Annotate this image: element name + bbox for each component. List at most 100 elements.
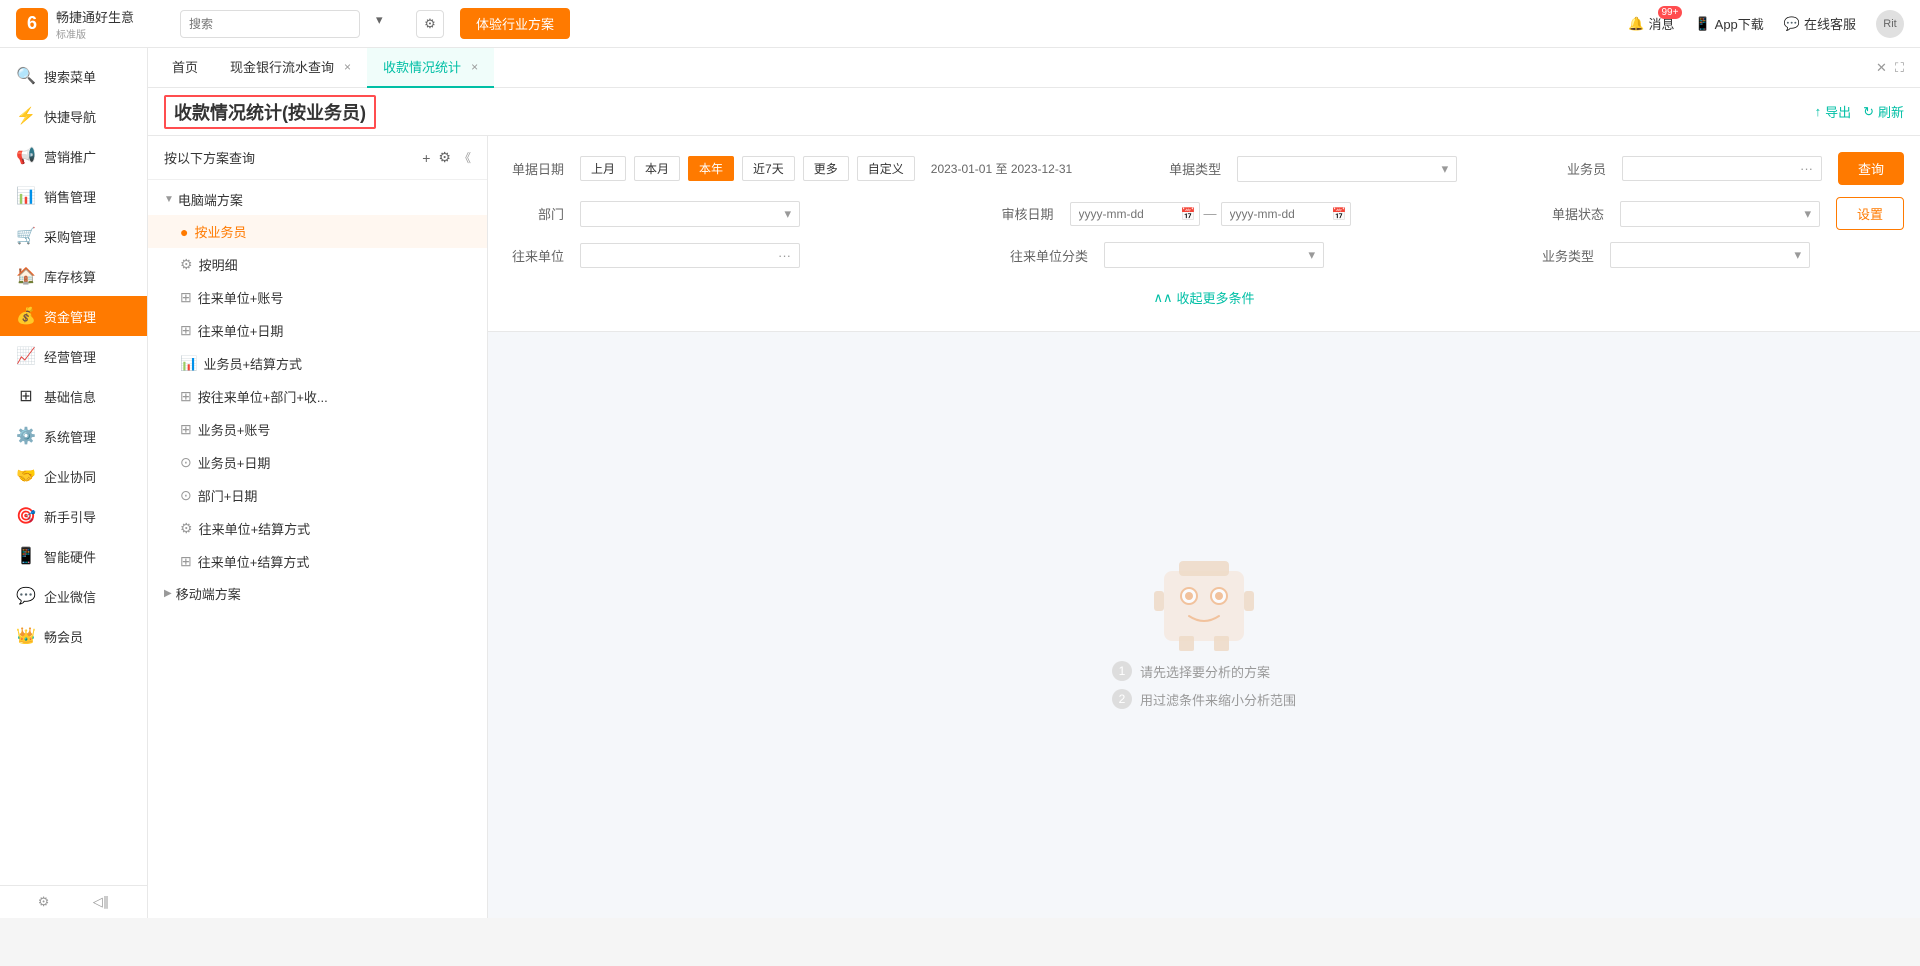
partner-account-icon: ⊞: [180, 289, 192, 306]
export-icon: ↑: [1815, 104, 1822, 119]
set-button[interactable]: 设置: [1836, 197, 1904, 230]
sidebar-item-inventory[interactable]: 🏠 库存核算: [0, 256, 147, 296]
bill-type-dropdown-icon: ▾: [1442, 161, 1449, 177]
tree-item-partner-dept-label: 按往来单位+部门+收...: [198, 387, 328, 406]
date-btn-last-7days[interactable]: 近7天: [742, 156, 795, 181]
tab-bank-flow[interactable]: 现金银行流水查询 ×: [214, 48, 367, 88]
sidebar-item-hardware[interactable]: 📱 智能硬件: [0, 536, 147, 576]
tree-item-salesman-settlement-label: 业务员+结算方式: [203, 354, 302, 373]
tree-group-pc[interactable]: ▼ 电脑端方案: [148, 184, 487, 215]
business-type-label: 业务类型: [1534, 246, 1594, 265]
sales-icon: 📊: [16, 186, 36, 206]
bill-status-select[interactable]: ▾: [1620, 201, 1820, 227]
active-scheme-icon: ●: [180, 224, 188, 240]
dept-select[interactable]: ▾: [580, 201, 800, 227]
sidebar-label-sales: 销售管理: [44, 187, 96, 206]
sidebar-item-finance[interactable]: 💰 资金管理: [0, 296, 147, 336]
partner-more-icon[interactable]: ···: [778, 248, 791, 263]
add-scheme-button[interactable]: +: [422, 150, 430, 166]
tree-group-pc-arrow: ▼: [164, 194, 174, 205]
step-1-text: 请先选择要分析的方案: [1140, 662, 1270, 681]
review-date-group: 📅 — 📅: [1070, 202, 1351, 226]
bill-type-label: 单据类型: [1161, 159, 1221, 178]
tree-item-partner-settlement1-label: 往来单位+结算方式: [199, 519, 311, 538]
sidebar-item-basic-info[interactable]: ⊞ 基础信息: [0, 376, 147, 416]
date-btn-custom[interactable]: 自定义: [857, 156, 915, 181]
sidebar-item-quick-nav[interactable]: ⚡ 快捷导航: [0, 96, 147, 136]
sidebar-item-enterprise[interactable]: 🤝 企业协同: [0, 456, 147, 496]
tree-item-by-salesman[interactable]: ● 按业务员: [148, 215, 487, 248]
sidebar-item-wechat[interactable]: 💬 企业微信: [0, 576, 147, 616]
tree-item-salesman-date[interactable]: ⊙ 业务员+日期: [148, 446, 487, 479]
sidebar-item-marketing[interactable]: 📢 营销推广: [0, 136, 147, 176]
dept-date-icon: ⊙: [180, 487, 192, 504]
service-button[interactable]: 💬 在线客服: [1784, 14, 1856, 33]
tree-item-salesman-settlement[interactable]: 📊 业务员+结算方式: [148, 347, 487, 380]
sidebar-bottom: ⚙ ◁∥: [0, 885, 147, 918]
collapse-panel-button[interactable]: 《: [459, 149, 471, 166]
tree-item-partner-settlement1[interactable]: ⚙ 往来单位+结算方式: [148, 512, 487, 545]
export-button[interactable]: ↑ 导出: [1815, 102, 1852, 121]
tree-item-partner-date[interactable]: ⊞ 往来单位+日期: [148, 314, 487, 347]
sidebar-label-system: 系统管理: [44, 427, 96, 446]
tree-item-detail-label: 按明细: [199, 255, 238, 274]
sidebar-item-purchase[interactable]: 🛒 采购管理: [0, 216, 147, 256]
tree-item-salesman-account[interactable]: ⊞ 业务员+账号: [148, 413, 487, 446]
refresh-button[interactable]: ↻ 刷新: [1863, 102, 1904, 121]
tab-home[interactable]: 首页: [156, 48, 214, 88]
salesman-more-icon[interactable]: ···: [1800, 161, 1813, 176]
sidebar-label-purchase: 采购管理: [44, 227, 96, 246]
sidebar-item-system[interactable]: ⚙️ 系统管理: [0, 416, 147, 456]
date-btn-this-month[interactable]: 本月: [634, 156, 680, 181]
sidebar-label-marketing: 营销推广: [44, 147, 96, 166]
tree-item-partner-date-label: 往来单位+日期: [198, 321, 284, 340]
tab-bank-flow-close[interactable]: ×: [344, 60, 351, 74]
settings-bottom-icon[interactable]: ⚙: [38, 894, 50, 910]
wechat-icon: 💬: [16, 586, 36, 606]
date-btn-this-year[interactable]: 本年: [688, 156, 734, 181]
trial-button[interactable]: 体验行业方案: [460, 8, 570, 39]
partner-settlement2-icon: ⊞: [180, 553, 192, 570]
user-avatar[interactable]: Rit: [1876, 10, 1904, 38]
dropdown-icon[interactable]: ▾: [376, 12, 400, 36]
date-btn-last-month[interactable]: 上月: [580, 156, 626, 181]
sidebar-item-operation[interactable]: 📈 经营管理: [0, 336, 147, 376]
tree-item-partner-dept[interactable]: ⊞ 按往来单位+部门+收...: [148, 380, 487, 413]
sidebar: 🔍 搜索菜单 ⚡ 快捷导航 📢 营销推广 📊 销售管理 🛒 采购管理 🏠 库存核…: [0, 48, 148, 918]
sidebar-item-search-menu[interactable]: 🔍 搜索菜单: [0, 56, 147, 96]
tree-item-partner-settlement2[interactable]: ⊞ 往来单位+结算方式: [148, 545, 487, 578]
notification-button[interactable]: 🔔 消息 99+: [1628, 14, 1674, 33]
logo-area: 6 畅捷通好生意 标准版: [16, 7, 164, 41]
business-type-select[interactable]: ▾: [1610, 242, 1810, 268]
query-button[interactable]: 查询: [1838, 152, 1904, 185]
sidebar-item-member[interactable]: 👑 畅会员: [0, 616, 147, 656]
app-download-button[interactable]: 📱 App下载: [1694, 14, 1763, 33]
partner-category-select[interactable]: ▾: [1104, 242, 1324, 268]
gear-button[interactable]: ⚙: [416, 10, 444, 38]
calendar-to-icon: 📅: [1332, 207, 1347, 221]
bill-status-label: 单据状态: [1544, 204, 1604, 223]
bill-type-select[interactable]: ▾: [1237, 156, 1457, 182]
tree-item-by-detail[interactable]: ⚙ 按明细: [148, 248, 487, 281]
tree-menu: ▼ 电脑端方案 ● 按业务员 ⚙ 按明细 ⊞ 往来单位+账号 ⊞ 往来单位+: [148, 180, 487, 918]
collapse-filter-button[interactable]: ∧∧ 收起更多条件: [504, 280, 1904, 315]
purchase-icon: 🛒: [16, 226, 36, 246]
tab-close-all-icon[interactable]: ✕: [1876, 60, 1887, 76]
tab-fullscreen-icon[interactable]: ⛶: [1895, 60, 1904, 76]
operation-icon: 📈: [16, 346, 36, 366]
date-btn-more[interactable]: 更多: [803, 156, 849, 181]
scheme-settings-button[interactable]: ⚙: [438, 149, 451, 166]
review-date-label: 审核日期: [994, 204, 1054, 223]
sidebar-item-sales[interactable]: 📊 销售管理: [0, 176, 147, 216]
tree-item-partner-account[interactable]: ⊞ 往来单位+账号: [148, 281, 487, 314]
search-input[interactable]: [180, 10, 360, 38]
collapse-sidebar-icon[interactable]: ◁∥: [93, 894, 110, 910]
tree-item-dept-date[interactable]: ⊙ 部门+日期: [148, 479, 487, 512]
tab-collection-stats[interactable]: 收款情况统计 ×: [367, 48, 494, 88]
tree-group-mobile[interactable]: ▶ 移动端方案: [148, 578, 487, 609]
tab-collection-stats-close[interactable]: ×: [471, 60, 478, 74]
system-icon: ⚙️: [16, 426, 36, 446]
partner-select[interactable]: ···: [580, 243, 800, 268]
salesman-select[interactable]: ···: [1622, 156, 1822, 181]
sidebar-item-guide[interactable]: 🎯 新手引导: [0, 496, 147, 536]
